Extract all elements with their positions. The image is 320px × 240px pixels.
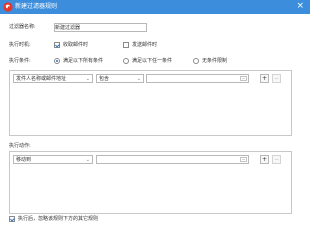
execute-action-label: 执行动作:	[9, 143, 31, 149]
filter-name-value: 新建过滤器	[55, 25, 81, 31]
send-mail-label: 发送邮件时	[132, 42, 158, 48]
action-select[interactable]: 移动到 ⌄	[13, 155, 93, 164]
no-condition-label: 无条件限制	[202, 58, 228, 64]
condition-value-input[interactable]: ···	[146, 74, 249, 83]
match-all-label: 满足以下所有条件	[63, 58, 104, 64]
execute-time-label: 执行时机:	[9, 42, 31, 48]
add-action-button[interactable]: +	[260, 155, 269, 164]
window-title: 新建过滤器规则	[15, 3, 58, 10]
chevron-down-icon: ⌄	[136, 76, 141, 82]
remove-condition-button[interactable]: −	[272, 74, 281, 83]
match-all-radio[interactable]	[54, 58, 60, 64]
dialog-body: 过滤器名称: 新建过滤器 执行时机: 收取邮件时 发送邮件时 执行条件: 满足以…	[0, 14, 310, 225]
condition-list: 发件人名称或邮件地址 ⌄ 包含 ⌄ ··· + −	[9, 70, 292, 136]
more-icon[interactable]: ···	[240, 157, 247, 162]
execute-condition-label: 执行条件:	[9, 58, 31, 64]
chevron-down-icon: ⌄	[85, 157, 90, 163]
action-value-input[interactable]: ···	[96, 155, 249, 164]
action-list: 移动到 ⌄ ··· + −	[9, 151, 292, 214]
action-value: 移动到	[16, 157, 32, 163]
stop-processing-checkbox[interactable]	[9, 216, 15, 222]
receive-mail-checkbox[interactable]	[54, 42, 60, 48]
no-condition-radio[interactable]	[193, 58, 199, 64]
condition-operator-select[interactable]: 包含 ⌄	[96, 74, 144, 83]
condition-field-value: 发件人名称或邮件地址	[16, 76, 67, 82]
send-mail-checkbox[interactable]	[123, 42, 129, 48]
more-icon[interactable]: ···	[240, 76, 247, 81]
filter-name-label: 过滤器名称:	[9, 24, 36, 30]
remove-action-button[interactable]: −	[272, 155, 281, 164]
receive-mail-label: 收取邮件时	[63, 42, 89, 48]
chevron-down-icon: ⌄	[85, 76, 90, 82]
filter-name-input[interactable]: 新建过滤器	[54, 23, 147, 32]
window-titlebar: 新建过滤器规则 ×	[0, 0, 310, 14]
match-any-radio[interactable]	[123, 58, 129, 64]
stop-processing-label: 执行后，忽略该规则下方的其它规则	[18, 216, 99, 222]
match-any-label: 满足以下任一条件	[132, 58, 173, 64]
close-icon[interactable]: ×	[296, 1, 304, 12]
app-logo-icon	[3, 2, 13, 12]
condition-field-select[interactable]: 发件人名称或邮件地址 ⌄	[13, 74, 93, 83]
condition-operator-value: 包含	[99, 76, 110, 82]
add-condition-button[interactable]: +	[260, 74, 269, 83]
